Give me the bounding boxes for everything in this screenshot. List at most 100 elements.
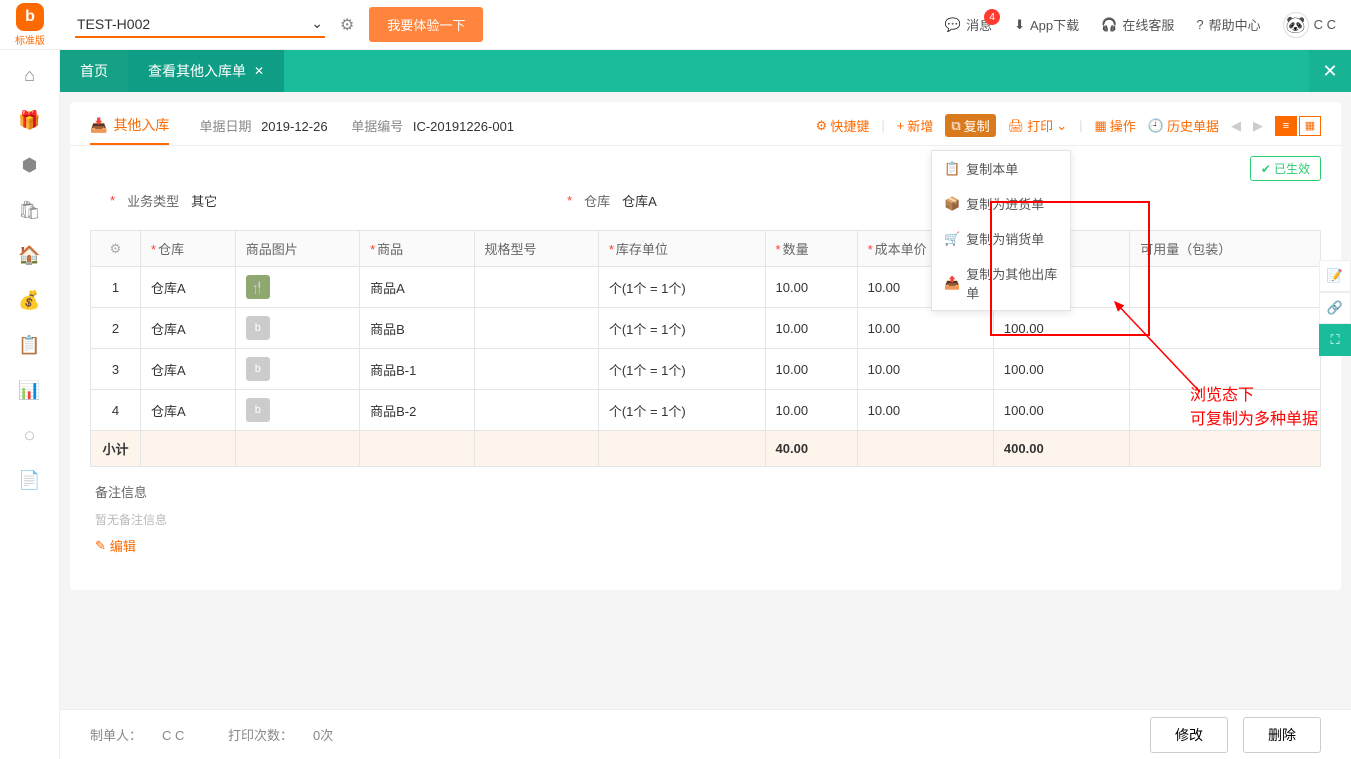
document-type-tab[interactable]: 📥 其他入库 (90, 115, 169, 145)
chevron-down-icon: ⌄ (1056, 118, 1067, 134)
dropdown-copy-sales[interactable]: 🛒复制为销货单 (932, 221, 1070, 256)
copy-icon: ⧉ (951, 118, 960, 134)
plus-icon: + (897, 118, 905, 133)
grid-icon: ▦ (1094, 118, 1106, 134)
warehouse-label: 仓库 (584, 191, 610, 210)
prev-button[interactable]: ◀ (1231, 118, 1241, 134)
outbound-icon: 📤 (944, 275, 960, 291)
tab-close-icon[interactable]: ✕ (254, 64, 264, 78)
tabbar-close-icon[interactable]: ✕ (1309, 50, 1351, 92)
headset-icon: 🎧 (1101, 17, 1117, 33)
product-image-icon: b (246, 357, 270, 381)
doc-number-value: IC-20191226-001 (413, 119, 514, 134)
sidebar-gift-icon[interactable]: 🎁 (18, 110, 40, 131)
col-qty: *数量 (765, 231, 857, 267)
copy-button[interactable]: ⧉ 复制 (945, 114, 995, 137)
table-row[interactable]: 1 仓库A 🍴 商品A 个(1个 = 1个) 10.00 10.00 100.0… (91, 267, 1321, 308)
user-menu[interactable]: 🐼 C C (1283, 12, 1336, 38)
history-icon: 🕘 (1148, 118, 1164, 134)
box-icon: 📦 (944, 196, 960, 212)
table-row[interactable]: 4 仓库A b 商品B-2 个(1个 = 1个) 10.00 10.00 100… (91, 390, 1321, 431)
items-table: ⚙ *仓库 商品图片 *商品 规格型号 *库存单位 *数量 *成本单价 *成本金… (90, 230, 1321, 467)
sidebar-report-icon[interactable]: 📊 (18, 380, 40, 401)
tab-home[interactable]: 首页 (60, 50, 128, 92)
col-available: 可用量（包装） (1130, 231, 1321, 267)
online-service-link[interactable]: 🎧 在线客服 (1101, 15, 1174, 34)
chevron-down-icon: ⌄ (311, 15, 323, 32)
print-button[interactable]: 🖨 打印 ⌄ (1008, 116, 1067, 135)
app-download-link[interactable]: ⬇ App下载 (1014, 15, 1079, 34)
table-row[interactable]: 3 仓库A b 商品B-1 个(1个 = 1个) 10.00 10.00 100… (91, 349, 1321, 390)
gear-icon: ⚙ (816, 118, 828, 134)
sidebar-house-icon[interactable]: ⬢ (22, 155, 38, 176)
warehouse-value: 仓库A (622, 191, 657, 210)
sidebar-warehouse-icon[interactable]: 🏠 (18, 245, 40, 266)
col-unit: *库存单位 (598, 231, 765, 267)
table-row[interactable]: 2 仓库A b 商品B 个(1个 = 1个) 10.00 10.00 100.0… (91, 308, 1321, 349)
subtotal-row: 小计 40.00400.00 (91, 431, 1321, 467)
sidebar-home-icon[interactable]: ⌂ (24, 65, 35, 86)
next-button[interactable]: ▶ (1253, 118, 1263, 134)
dropdown-copy-outbound[interactable]: 📤复制为其他出库单 (932, 256, 1070, 310)
app-logo-icon: b (16, 3, 44, 31)
sidebar-settings-icon[interactable]: ◌ (24, 425, 35, 446)
avatar-icon: 🐼 (1283, 12, 1309, 38)
chevron-right-icon: ▶ (1253, 118, 1263, 134)
remarks-title: 备注信息 (95, 482, 1316, 501)
copy-icon: 📋 (944, 161, 960, 177)
print-icon: 🖨 (1008, 118, 1025, 134)
status-badge: ✔ 已生效 (1250, 156, 1321, 181)
messages-link[interactable]: 💬 消息 4 (945, 15, 992, 34)
sidebar-bag-icon[interactable]: 🛍 (18, 200, 41, 221)
message-icon: 💬 (945, 17, 961, 33)
float-expand-icon[interactable]: ⛶ (1319, 324, 1351, 356)
cart-icon: 🛒 (944, 231, 960, 247)
history-button[interactable]: 🕘 历史单据 (1148, 116, 1219, 135)
creator-info: 制单人：C C (90, 728, 204, 743)
dropdown-copy-this[interactable]: 📋复制本单 (932, 151, 1070, 186)
company-selector[interactable]: TEST-H002 ⌄ (75, 11, 325, 38)
biz-type-label: 业务类型 (127, 191, 179, 210)
trial-button[interactable]: 我要体验一下 (369, 7, 483, 42)
edit-remarks-button[interactable]: ✎ 编辑 (95, 536, 1316, 555)
modify-button[interactable]: 修改 (1150, 717, 1228, 753)
check-icon: ✔ (1261, 162, 1271, 176)
sidebar-new-icon[interactable]: 📄 (18, 470, 40, 491)
doc-number-label: 单据编号 (351, 119, 403, 134)
dropdown-copy-purchase[interactable]: 📦复制为进货单 (932, 186, 1070, 221)
remarks-empty: 暂无备注信息 (95, 511, 1316, 528)
float-link-icon[interactable]: 🔗 (1319, 292, 1351, 324)
sidebar-clipboard-icon[interactable]: 📋 (18, 335, 40, 356)
shortcut-button[interactable]: ⚙ 快捷键 (816, 116, 870, 135)
operate-button[interactable]: ▦ 操作 (1094, 116, 1135, 135)
copy-dropdown: 📋复制本单 📦复制为进货单 🛒复制为销货单 📤复制为其他出库单 (931, 150, 1071, 311)
col-warehouse: *仓库 (141, 231, 236, 267)
tab-view-inbound[interactable]: 查看其他入库单 ✕ (128, 50, 284, 92)
help-center-link[interactable]: ? 帮助中心 (1196, 15, 1260, 34)
delete-button[interactable]: 删除 (1243, 717, 1321, 753)
document-icon: 📥 (90, 117, 107, 134)
product-image-icon: b (246, 398, 270, 422)
col-spec: 规格型号 (474, 231, 598, 267)
biz-type-value: 其它 (191, 191, 217, 210)
col-product: *商品 (360, 231, 474, 267)
view-list-button[interactable]: ≡ (1275, 116, 1297, 136)
chevron-left-icon: ◀ (1231, 118, 1241, 134)
product-image-icon: b (246, 316, 270, 340)
download-icon: ⬇ (1014, 17, 1025, 33)
float-note-icon[interactable]: 📝 (1319, 260, 1351, 292)
col-gear[interactable]: ⚙ (91, 231, 141, 267)
edit-icon: ✎ (95, 538, 106, 554)
company-name: TEST-H002 (77, 16, 150, 32)
view-grid-button[interactable]: ▦ (1299, 116, 1321, 136)
col-image: 商品图片 (235, 231, 359, 267)
app-logo-label: 标准版 (15, 32, 45, 47)
settings-gear-icon[interactable]: ⚙ (340, 15, 354, 35)
message-badge: 4 (984, 9, 1000, 25)
new-button[interactable]: + 新增 (897, 116, 934, 135)
help-icon: ? (1196, 17, 1203, 32)
sidebar-money-icon[interactable]: 💰 (18, 290, 40, 311)
product-image-icon: 🍴 (246, 275, 270, 299)
doc-date-value: 2019-12-26 (261, 119, 328, 134)
doc-date-label: 单据日期 (199, 119, 251, 134)
